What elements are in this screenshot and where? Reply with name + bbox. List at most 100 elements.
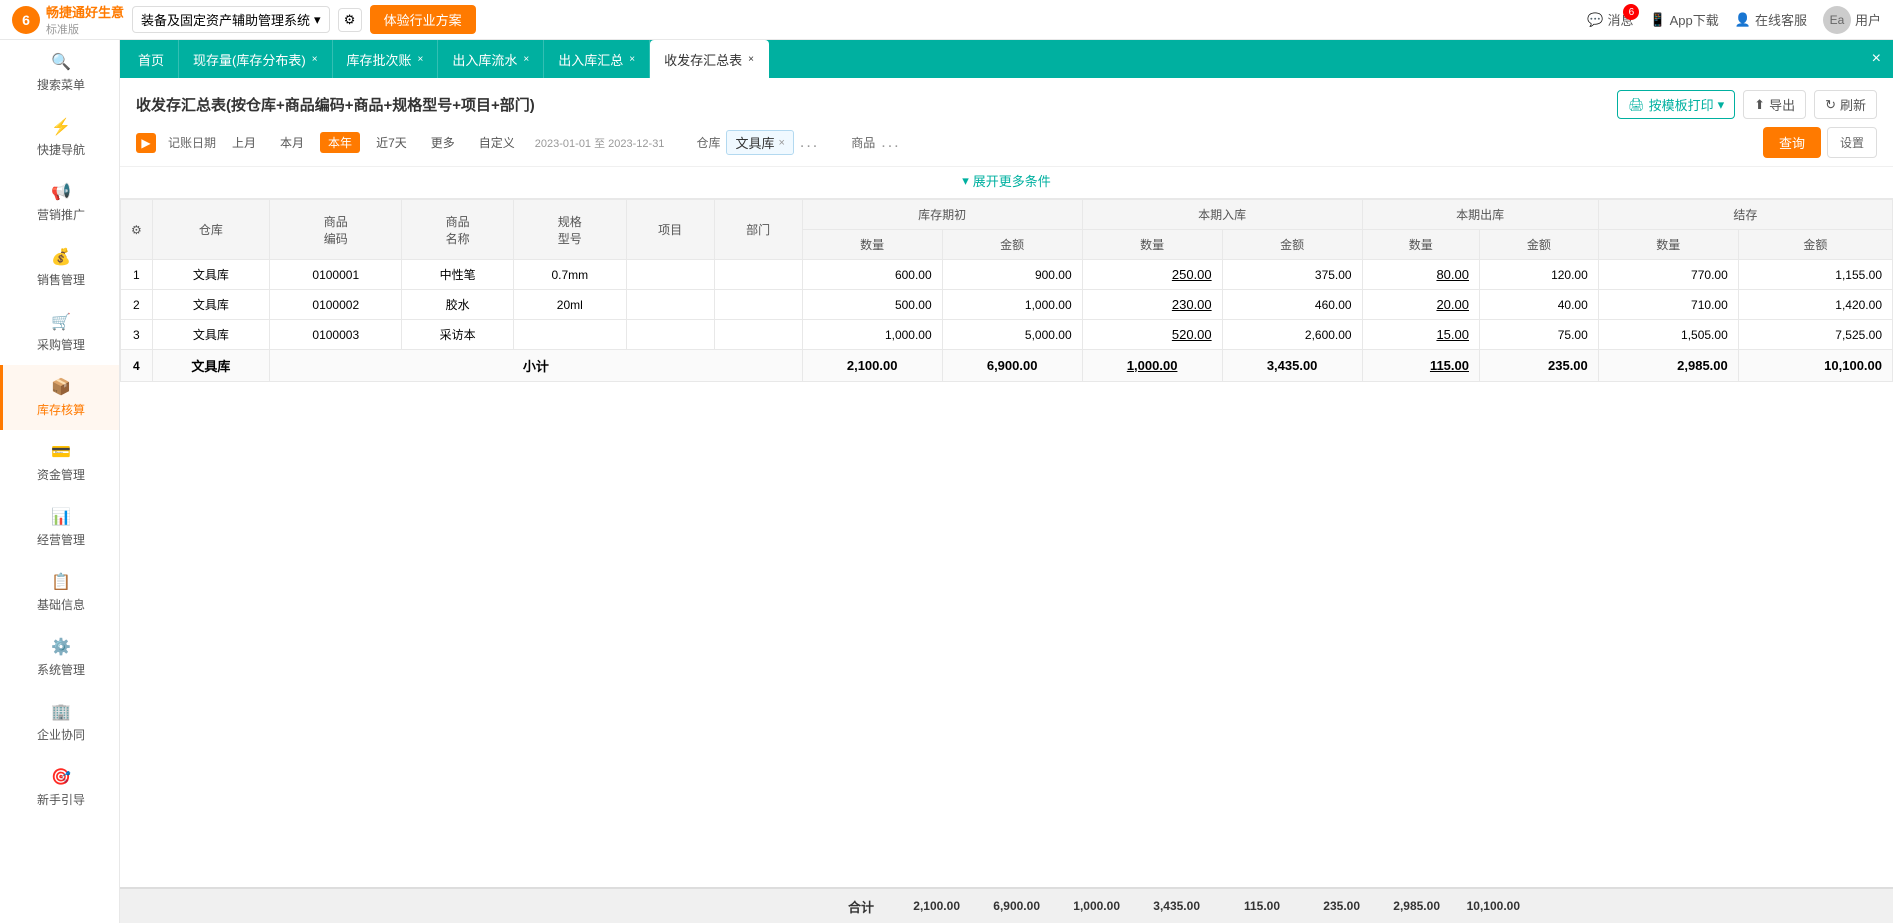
goods-filter-label: 商品 <box>851 134 875 151</box>
main-table: ⚙ 仓库 商品编码 商品名称 规格型号 项目 部门 库存期初 本期入库 本期出库… <box>120 199 1893 382</box>
export-icon: ⬆ <box>1754 97 1765 113</box>
tab-bar: 首页 现存量(库存分布表) × 库存批次账 × 出入库流水 × 出入库汇总 × … <box>120 40 1893 78</box>
cell-no: 3 <box>121 320 153 350</box>
sidebar-item-basic[interactable]: 📋 基础信息 <box>0 560 119 625</box>
cell-in-qty[interactable]: 230.00 <box>1082 290 1222 320</box>
total-balance-qty: 2,985.00 <box>1370 899 1450 913</box>
sidebar-item-operation[interactable]: 📊 经营管理 <box>0 495 119 560</box>
cell-out-qty[interactable]: 15.00 <box>1362 320 1479 350</box>
tab-recv-send-close[interactable]: × <box>748 54 754 65</box>
date-btn-last-month[interactable]: 上月 <box>224 132 264 153</box>
tab-home[interactable]: 首页 <box>124 40 179 78</box>
cell-no: 2 <box>121 290 153 320</box>
sidebar-item-system[interactable]: ⚙️ 系统管理 <box>0 625 119 690</box>
th-in-amt: 金额 <box>1222 230 1362 260</box>
date-filter-group: 记账日期 上月 本月 本年 近7天 更多 自定义 <box>168 132 523 153</box>
page-actions: 🖨 按模板打印 ▾ ⬆ 导出 ↻ 刷新 <box>1617 90 1877 119</box>
print-label: 按模板打印 <box>1649 95 1714 114</box>
newbie-icon: 🎯 <box>51 767 71 787</box>
system-name-dropdown[interactable]: 装备及固定资产辅助管理系统 ▾ <box>132 6 330 33</box>
cell-name: 中性笔 <box>402 260 513 290</box>
export-button[interactable]: ⬆ 导出 <box>1743 90 1806 119</box>
sidebar-item-purchase[interactable]: 🛒 采购管理 <box>0 300 119 365</box>
online-service-item[interactable]: 👤 在线客服 <box>1735 10 1807 29</box>
sidebar-item-inventory[interactable]: 📦 库存核算 <box>0 365 119 430</box>
tab-batch[interactable]: 库存批次账 × <box>333 40 439 78</box>
cell-in-amt: 2,600.00 <box>1222 320 1362 350</box>
expand-conditions-button[interactable]: ▾ 展开更多条件 <box>962 171 1051 190</box>
tab-inout-flow-close[interactable]: × <box>523 54 529 65</box>
query-button[interactable]: 查询 <box>1763 127 1821 158</box>
th-balance-amt: 金额 <box>1738 230 1892 260</box>
warehouse-tag-remove[interactable]: × <box>778 137 784 149</box>
warehouse-more-btn[interactable]: ... <box>800 134 819 152</box>
warehouse-tag: 文具库 × <box>726 130 793 155</box>
filter-expand-arrow[interactable]: ▶ <box>136 133 156 153</box>
cell-dept <box>714 320 802 350</box>
top-header: 6 畅捷通好生意 标准版 装备及固定资产辅助管理系统 ▾ ⚙ 体验行业方案 💬 … <box>0 0 1893 40</box>
cell-project <box>626 290 714 320</box>
settings-icon[interactable]: ⚙ <box>338 8 362 32</box>
print-button[interactable]: 🖨 按模板打印 ▾ <box>1617 90 1735 119</box>
date-btn-this-month[interactable]: 本月 <box>272 132 312 153</box>
cell-warehouse: 文具库 <box>152 320 269 350</box>
sidebar-item-quicknav[interactable]: ⚡ 快捷导航 <box>0 105 119 170</box>
sidebar-label-quicknav: 快捷导航 <box>37 141 85 158</box>
cell-balance-amt: 1,420.00 <box>1738 290 1892 320</box>
cell-dept <box>714 260 802 290</box>
tab-inout-flow-label: 出入库流水 <box>452 50 517 69</box>
message-icon: 💬 <box>1587 12 1603 28</box>
tab-recv-send[interactable]: 收发存汇总表 × <box>650 40 769 78</box>
cell-code: 0100002 <box>270 290 402 320</box>
cell-out-amt: 120.00 <box>1479 260 1598 290</box>
date-btn-custom[interactable]: 自定义 <box>471 132 523 153</box>
sidebar-item-sales[interactable]: 💰 销售管理 <box>0 235 119 300</box>
expand-arrow-icon: ▾ <box>962 173 969 189</box>
cell-opening-qty: 600.00 <box>802 260 942 290</box>
cell-out-qty[interactable]: 80.00 <box>1362 260 1479 290</box>
finance-icon: 💳 <box>51 442 71 462</box>
th-spec: 规格型号 <box>513 200 626 260</box>
cell-out-qty[interactable]: 20.00 <box>1362 290 1479 320</box>
message-badge: 6 <box>1623 4 1639 20</box>
filter-row2: ▾ 展开更多条件 <box>120 167 1893 199</box>
cell-spec: 0.7mm <box>513 260 626 290</box>
cell-opening-qty: 500.00 <box>802 290 942 320</box>
date-btn-more[interactable]: 更多 <box>423 132 463 153</box>
sidebar-item-enterprise[interactable]: 🏢 企业协同 <box>0 690 119 755</box>
tab-stock-dist[interactable]: 现存量(库存分布表) × <box>179 40 333 78</box>
date-btn-7days[interactable]: 近7天 <box>368 132 415 153</box>
sidebar-label-newbie: 新手引导 <box>37 791 85 808</box>
cell-out-amt: 40.00 <box>1479 290 1598 320</box>
tab-home-label: 首页 <box>138 50 164 69</box>
total-opening-qty: 2,100.00 <box>890 899 970 913</box>
message-icon-item[interactable]: 💬 消息 6 <box>1587 10 1633 29</box>
cell-warehouse: 文具库 <box>152 290 269 320</box>
tab-stock-dist-close[interactable]: × <box>312 54 318 65</box>
tab-batch-close[interactable]: × <box>418 54 424 65</box>
tab-inout-summary-close[interactable]: × <box>629 54 635 65</box>
sidebar-label-purchase: 采购管理 <box>37 336 85 353</box>
cell-in-qty[interactable]: 520.00 <box>1082 320 1222 350</box>
user-item[interactable]: Ea 用户 <box>1823 6 1881 34</box>
cell-spec: 20ml <box>513 290 626 320</box>
sidebar-label-marketing: 营销推广 <box>37 206 85 223</box>
sidebar-item-finance[interactable]: 💳 资金管理 <box>0 430 119 495</box>
cell-spec <box>513 320 626 350</box>
th-settings-icon[interactable]: ⚙ <box>121 200 153 260</box>
app-download-item[interactable]: 📱 App下载 <box>1649 10 1718 29</box>
sidebar-item-newbie[interactable]: 🎯 新手引导 <box>0 755 119 820</box>
tab-inout-flow[interactable]: 出入库流水 × <box>438 40 544 78</box>
total-values: 2,100.00 6,900.00 1,000.00 3,435.00 115.… <box>890 899 1530 913</box>
total-label: 合计 <box>120 897 890 916</box>
goods-more-btn[interactable]: ... <box>881 134 900 152</box>
date-btn-this-year[interactable]: 本年 <box>320 132 360 153</box>
tab-close-all[interactable]: × <box>1864 50 1889 68</box>
sidebar-item-search[interactable]: 🔍 搜索菜单 <box>0 40 119 105</box>
tab-inout-summary[interactable]: 出入库汇总 × <box>544 40 650 78</box>
refresh-button[interactable]: ↻ 刷新 <box>1814 90 1877 119</box>
cell-in-qty[interactable]: 250.00 <box>1082 260 1222 290</box>
trial-button[interactable]: 体验行业方案 <box>370 5 476 34</box>
sidebar-item-marketing[interactable]: 📢 营销推广 <box>0 170 119 235</box>
settings-button[interactable]: 设置 <box>1827 127 1877 158</box>
